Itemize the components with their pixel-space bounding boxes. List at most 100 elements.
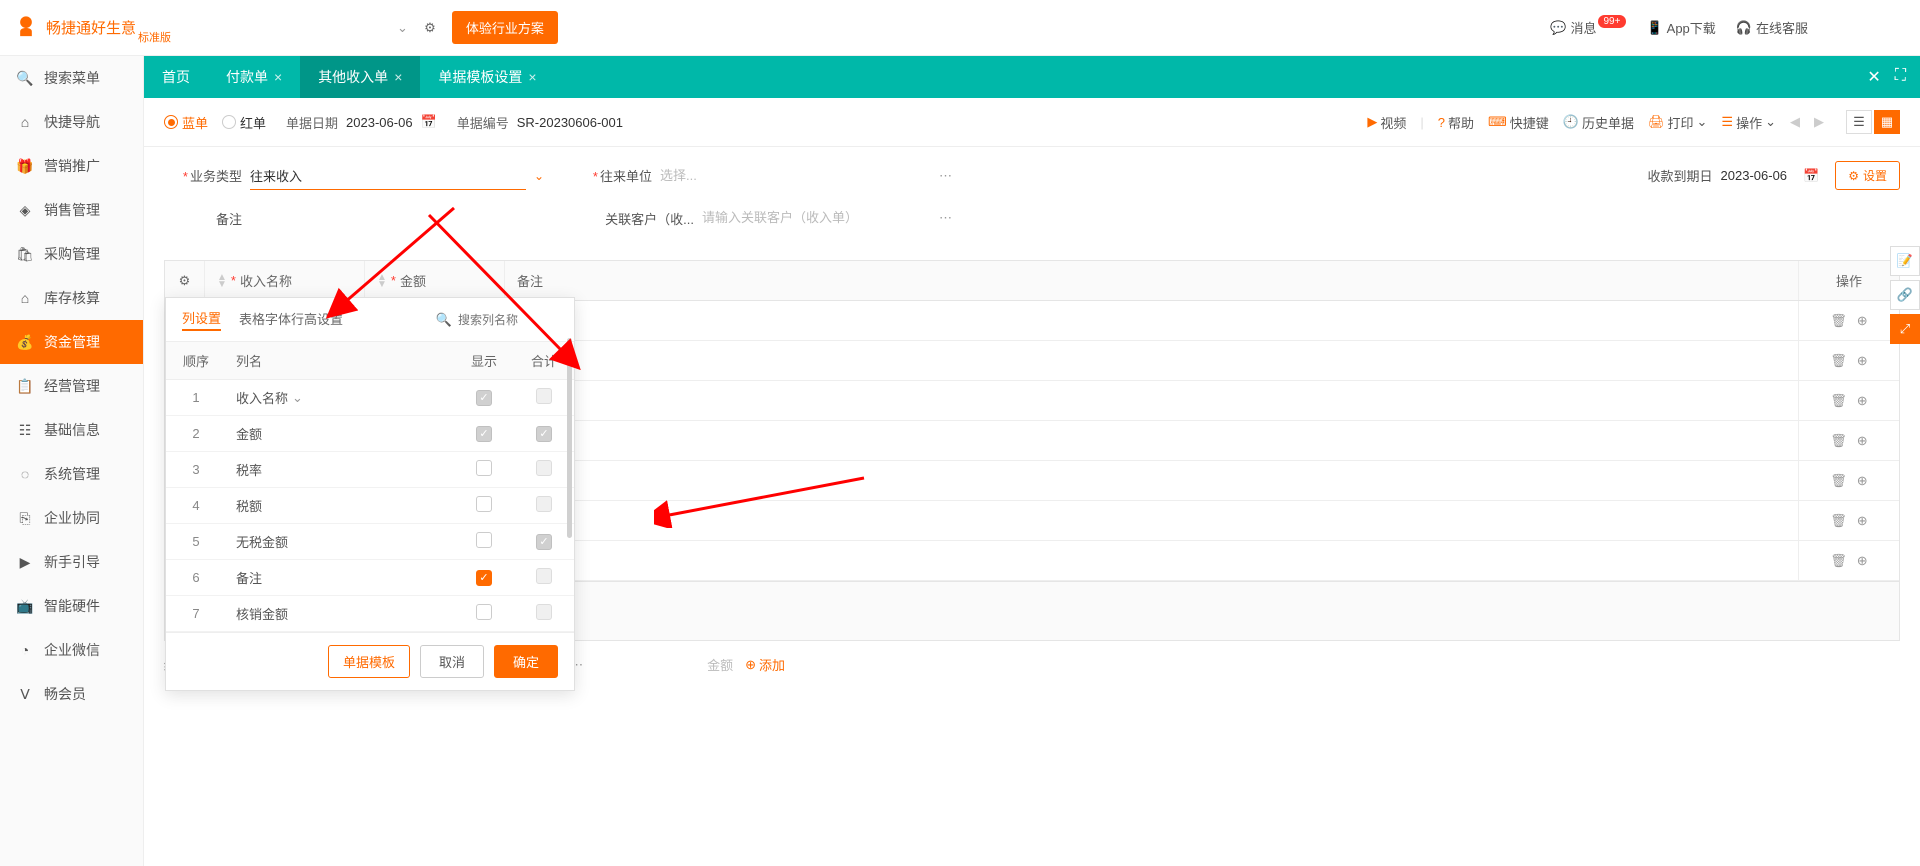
calendar-icon[interactable]: 📅: [1803, 168, 1819, 184]
shortcut-link[interactable]: ⌨快捷键: [1488, 113, 1549, 132]
dots-icon[interactable]: ⋯: [939, 210, 954, 226]
dots-icon[interactable]: ⋯: [939, 168, 954, 184]
messages-link[interactable]: 💬 消息 99+: [1550, 18, 1626, 37]
ops-link[interactable]: ☰操作⌄: [1721, 113, 1776, 132]
sidebar-item-14[interactable]: Ⅴ畅会员: [0, 672, 143, 716]
sidebar-icon: 🛍: [16, 245, 34, 263]
prev-page[interactable]: ◀: [1790, 114, 1800, 130]
sidebar-item-4[interactable]: 🛍采购管理: [0, 232, 143, 276]
delete-icon[interactable]: 🗑: [1830, 433, 1847, 449]
delete-icon[interactable]: 🗑: [1830, 353, 1847, 369]
copy-icon[interactable]: ⊕: [1857, 353, 1868, 369]
cancel-button[interactable]: 取消: [420, 645, 484, 678]
close-icon[interactable]: ×: [274, 69, 282, 85]
copy-icon[interactable]: ⊕: [1857, 553, 1868, 569]
sidebar-item-6[interactable]: 💰资金管理: [0, 320, 143, 364]
partner-input[interactable]: [660, 164, 931, 188]
tab-0[interactable]: 首页: [144, 56, 208, 98]
sidebar-item-12[interactable]: 📺智能硬件: [0, 584, 143, 628]
sidebar-item-5[interactable]: ⌂库存核算: [0, 276, 143, 320]
doc-date-field: 单据日期 2023-06-06 📅: [286, 113, 437, 132]
due-date-value[interactable]: 2023-06-06: [1721, 168, 1788, 183]
sidebar-item-label: 库存核算: [44, 288, 100, 308]
copy-icon[interactable]: ⊕: [1857, 313, 1868, 329]
sidebar-item-label: 搜索菜单: [44, 68, 100, 88]
chevron-down-icon[interactable]: ⌄: [292, 390, 303, 406]
app-download-link[interactable]: 📱 App下载: [1646, 18, 1715, 37]
chevron-down-icon[interactable]: ⌄: [534, 169, 544, 183]
history-link[interactable]: 🕘历史单据: [1563, 113, 1634, 132]
calendar-icon[interactable]: 📅: [421, 114, 437, 130]
th-amount[interactable]: ▲▼ *金额: [365, 261, 505, 300]
sidebar-item-2[interactable]: 🎁营销推广: [0, 144, 143, 188]
checkbox[interactable]: ✓: [476, 570, 492, 586]
gear-icon[interactable]: ⚙: [418, 16, 442, 40]
help-link[interactable]: ?帮助: [1438, 113, 1474, 132]
sidebar-item-7[interactable]: 📋经营管理: [0, 364, 143, 408]
tab-1[interactable]: 付款单×: [208, 56, 300, 98]
popover-tab-columns[interactable]: 列设置: [182, 308, 221, 331]
delete-icon[interactable]: 🗑: [1830, 513, 1847, 529]
checkbox[interactable]: ✓: [476, 390, 492, 406]
th-income-name[interactable]: ▲▼ *收入名称: [205, 261, 365, 300]
copy-icon[interactable]: ⊕: [1857, 473, 1868, 489]
popover-tab-font[interactable]: 表格字体行高设置: [239, 309, 343, 330]
delete-icon[interactable]: 🗑: [1830, 473, 1847, 489]
checkbox[interactable]: [476, 496, 492, 512]
copy-icon[interactable]: ⊕: [1857, 433, 1868, 449]
delete-icon[interactable]: 🗑: [1830, 393, 1847, 409]
link-customer-input[interactable]: [702, 206, 931, 230]
column-search-input[interactable]: [458, 313, 558, 327]
checkbox[interactable]: ✓: [476, 426, 492, 442]
remark-input[interactable]: [250, 206, 544, 230]
view-list[interactable]: ☰: [1846, 110, 1872, 134]
add-button[interactable]: ⊕ 添加: [745, 655, 785, 674]
scrollbar[interactable]: [567, 338, 572, 538]
tab-3[interactable]: 单据模板设置×: [420, 56, 554, 98]
checkbox[interactable]: [476, 532, 492, 548]
business-type-value[interactable]: 往来收入: [250, 162, 526, 190]
template-button[interactable]: 单据模板: [328, 645, 410, 678]
sidebar-item-13[interactable]: ◔企业微信: [0, 628, 143, 672]
view-card[interactable]: ▦: [1874, 110, 1900, 134]
sidebar-icon: ☷: [16, 421, 34, 439]
radio-blue[interactable]: 蓝单: [164, 113, 208, 132]
close-icon[interactable]: ×: [528, 69, 536, 85]
confirm-button[interactable]: 确定: [494, 645, 558, 678]
checkbox[interactable]: [476, 604, 492, 620]
sidebar-item-10[interactable]: ⎘企业协同: [0, 496, 143, 540]
delete-icon[interactable]: 🗑: [1830, 553, 1847, 569]
close-icon[interactable]: ×: [394, 69, 402, 85]
sidebar-item-1[interactable]: ⌂快捷导航: [0, 100, 143, 144]
checkbox: [536, 388, 552, 404]
radio-red[interactable]: 红单: [222, 113, 266, 132]
sidebar-item-8[interactable]: ☷基础信息: [0, 408, 143, 452]
link-icon[interactable]: 🔗: [1890, 280, 1920, 310]
next-page[interactable]: ▶: [1814, 114, 1824, 130]
copy-icon[interactable]: ⊕: [1857, 393, 1868, 409]
settings-button[interactable]: ⚙设置: [1835, 161, 1900, 190]
note-icon[interactable]: 📝: [1890, 246, 1920, 276]
tab-2[interactable]: 其他收入单×: [300, 56, 420, 98]
close-all-icon[interactable]: ✕: [1867, 67, 1880, 87]
sidebar-item-9[interactable]: ◌系统管理: [0, 452, 143, 496]
chevron-down-icon[interactable]: ⌄: [397, 20, 408, 36]
checkbox[interactable]: ✓: [536, 534, 552, 550]
copy-icon[interactable]: ⊕: [1857, 513, 1868, 529]
collapse-icon[interactable]: ⤢: [1890, 314, 1920, 344]
sidebar-item-11[interactable]: ▶新手引导: [0, 540, 143, 584]
industry-plan-button[interactable]: 体验行业方案: [452, 11, 558, 44]
doc-date-value[interactable]: 2023-06-06: [346, 115, 413, 130]
print-link[interactable]: 🖨打印⌄: [1648, 113, 1707, 132]
checkbox[interactable]: [476, 460, 492, 476]
video-link[interactable]: ▶视频: [1367, 113, 1406, 132]
floating-tools: 📝 🔗 ⤢: [1890, 246, 1920, 344]
expand-icon[interactable]: ⛶: [1895, 67, 1906, 87]
delete-icon[interactable]: 🗑: [1830, 313, 1847, 329]
sidebar-item-3[interactable]: ◈销售管理: [0, 188, 143, 232]
chevron-down-icon: ⌄: [1697, 114, 1708, 130]
checkbox[interactable]: ✓: [536, 426, 552, 442]
column-settings-gear[interactable]: ⚙: [165, 261, 205, 300]
sidebar-item-0[interactable]: 🔍搜索菜单: [0, 56, 143, 100]
online-service-link[interactable]: 🎧 在线客服: [1736, 18, 1808, 37]
